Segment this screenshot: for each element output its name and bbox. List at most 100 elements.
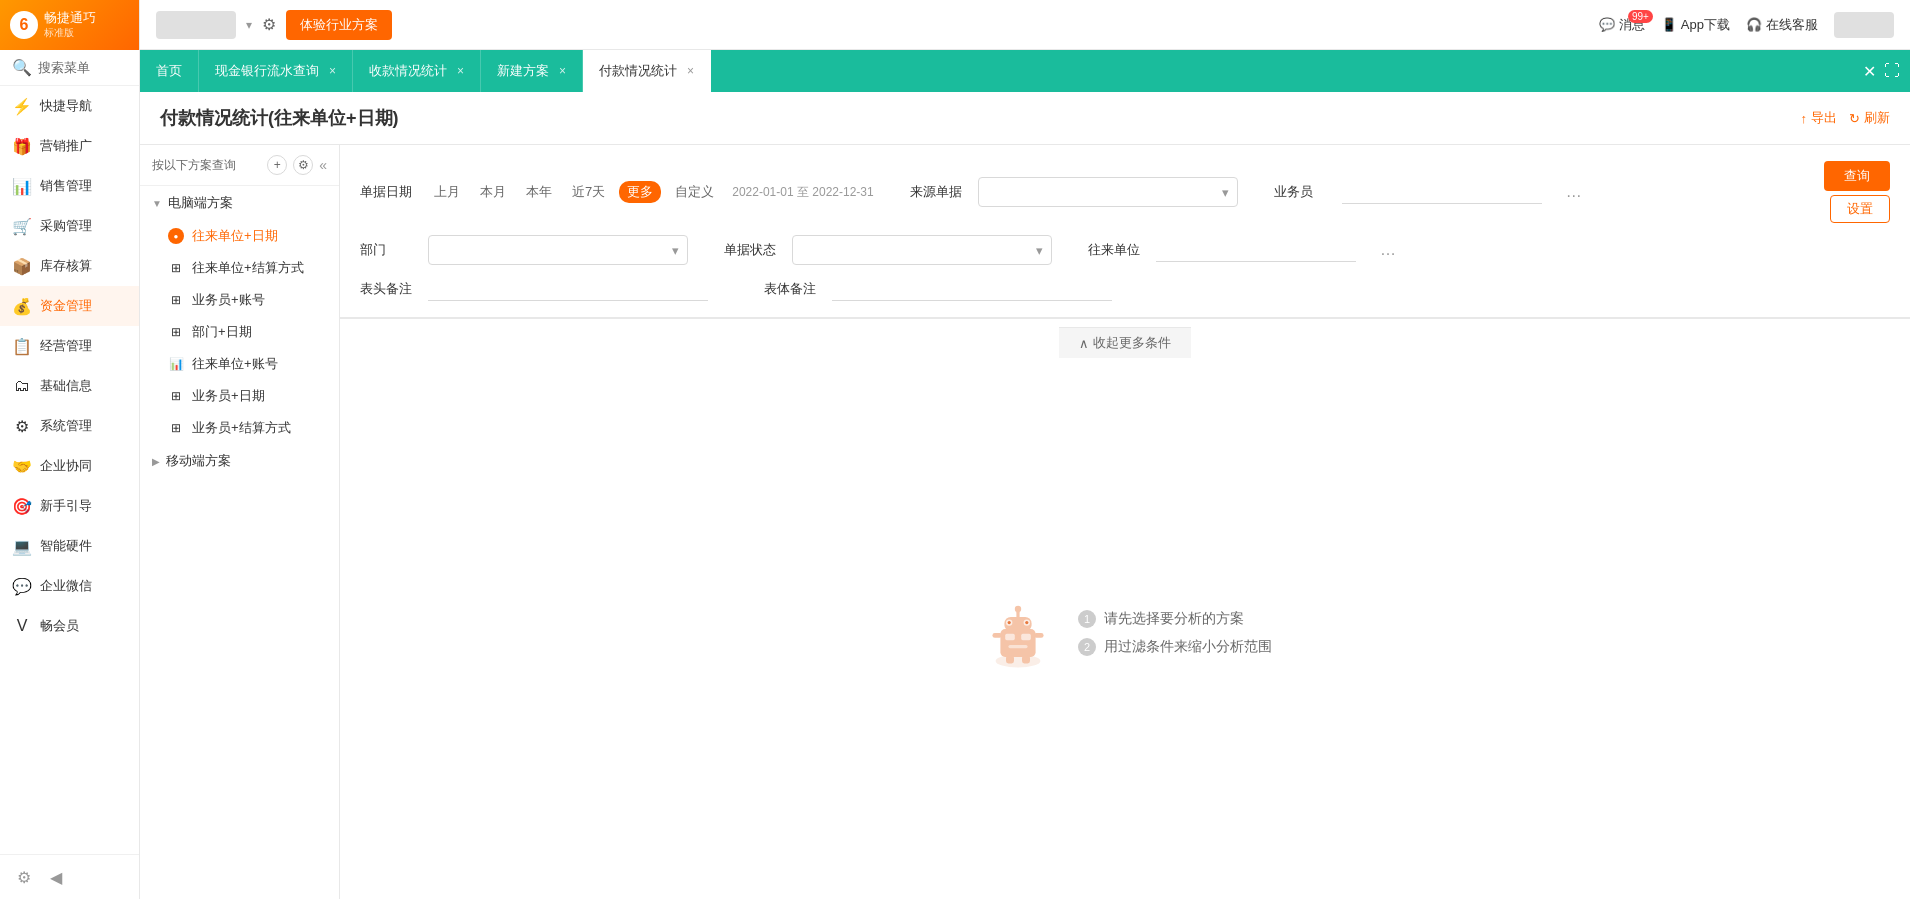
filter-row-1: 单据日期 上月 本月 本年 近7天 更多 自定义 2022-01-01 至 20… — [360, 161, 1890, 223]
tab-home[interactable]: 首页 — [140, 50, 199, 92]
related-unit-input[interactable] — [1156, 238, 1356, 262]
export-label: 导出 — [1811, 109, 1837, 127]
scheme-settings-button[interactable]: ⚙ — [293, 155, 313, 175]
tab-new-scheme[interactable]: 新建方案 × — [481, 50, 583, 92]
date-opt-last-month[interactable]: 上月 — [428, 181, 466, 203]
scheme-item-staff-settlement[interactable]: ⊞ 业务员+结算方式 — [140, 412, 339, 444]
date-opt-this-year[interactable]: 本年 — [520, 181, 558, 203]
svg-rect-2 — [1005, 633, 1015, 639]
source-bill-select[interactable]: ▾ — [978, 177, 1238, 207]
sidebar-item-basic-info[interactable]: 🗂 基础信息 — [0, 366, 139, 406]
tab-receivable[interactable]: 收款情况统计 × — [353, 50, 481, 92]
sidebar-item-quick-nav[interactable]: ⚡ 快捷导航 — [0, 86, 139, 126]
topbar-gear-icon[interactable]: ⚙ — [262, 15, 276, 34]
dept-chevron-icon: ▾ — [672, 243, 679, 258]
salesperson-input[interactable] — [1342, 180, 1542, 204]
export-icon: ↑ — [1801, 111, 1808, 126]
header-note-input[interactable] — [428, 277, 708, 301]
sidebar-item-smart-hw[interactable]: 💻 智能硬件 — [0, 526, 139, 566]
scheme-group-mobile-header[interactable]: ▶ 移动端方案 — [140, 444, 339, 478]
sidebar-item-finance[interactable]: 💰 资金管理 — [0, 286, 139, 326]
date-opt-this-month[interactable]: 本月 — [474, 181, 512, 203]
body-note-label: 表体备注 — [764, 280, 816, 298]
notification-button[interactable]: 💬 消息 99+ — [1599, 16, 1645, 34]
salesperson-more-icon[interactable]: … — [1566, 183, 1582, 201]
empty-content: 1 请先选择要分析的方案 2 用过滤条件来缩小分析范围 — [978, 593, 1272, 673]
sidebar-search[interactable]: 🔍 搜索菜单 — [0, 50, 139, 86]
tab-receivable-close[interactable]: × — [457, 64, 464, 78]
scheme-item-label: 往来单位+日期 — [192, 227, 278, 245]
date-opt-7-days[interactable]: 近7天 — [566, 181, 611, 203]
tab-payable[interactable]: 付款情况统计 × — [583, 50, 711, 92]
tab-expand-icon[interactable]: ⛶ — [1884, 62, 1900, 80]
scheme-active-icon: ● — [168, 228, 184, 244]
dept-select[interactable]: ▾ — [428, 235, 688, 265]
scheme-item-unit-date[interactable]: ● 往来单位+日期 — [140, 220, 339, 252]
bill-status-chevron-icon: ▾ — [1036, 243, 1043, 258]
scheme-item-staff-account[interactable]: ⊞ 业务员+账号 — [140, 284, 339, 316]
refresh-button[interactable]: ↻ 刷新 — [1849, 109, 1890, 127]
date-opt-more[interactable]: 更多 — [619, 181, 661, 203]
topbar-chevron-icon[interactable]: ▾ — [246, 18, 252, 32]
sidebar-item-wechat[interactable]: 💬 企业微信 — [0, 566, 139, 606]
tab-home-label: 首页 — [156, 62, 182, 80]
date-opt-custom[interactable]: 自定义 — [669, 181, 720, 203]
guide-icon: 🎯 — [12, 496, 32, 516]
filter-actions-col: 查询 设置 — [1824, 161, 1890, 223]
online-service-button[interactable]: 🎧 在线客服 — [1746, 16, 1818, 34]
footer-collapse-icon[interactable]: ◀ — [44, 865, 68, 889]
scheme-grid-icon: ⊞ — [168, 420, 184, 436]
body-note-input[interactable] — [832, 277, 1112, 301]
scheme-item-staff-date[interactable]: ⊞ 业务员+日期 — [140, 380, 339, 412]
query-button[interactable]: 查询 — [1824, 161, 1890, 191]
scheme-item-unit-account[interactable]: 📊 往来单位+账号 — [140, 348, 339, 380]
sidebar-item-enterprise[interactable]: 🤝 企业协同 — [0, 446, 139, 486]
scheme-item-dept-date[interactable]: ⊞ 部门+日期 — [140, 316, 339, 348]
empty-tips: 1 请先选择要分析的方案 2 用过滤条件来缩小分析范围 — [1078, 610, 1272, 656]
tip-text-1: 请先选择要分析的方案 — [1104, 610, 1244, 628]
tab-bank-flow-close[interactable]: × — [329, 64, 336, 78]
tab-payable-close[interactable]: × — [687, 64, 694, 78]
related-unit-more-icon[interactable]: … — [1380, 241, 1396, 259]
scheme-collapse-button[interactable]: « — [319, 157, 327, 173]
refresh-icon: ↻ — [1849, 111, 1860, 126]
bill-date-label: 单据日期 — [360, 183, 412, 201]
scheme-grid-icon: ⊞ — [168, 292, 184, 308]
tab-new-scheme-close[interactable]: × — [559, 64, 566, 78]
scheme-group-desktop-header[interactable]: ▼ 电脑端方案 — [140, 186, 339, 220]
user-avatar[interactable] — [1834, 12, 1894, 38]
scheme-item-unit-settlement[interactable]: ⊞ 往来单位+结算方式 — [140, 252, 339, 284]
sidebar-item-operations[interactable]: 📋 经营管理 — [0, 326, 139, 366]
source-bill-label: 来源单据 — [910, 183, 962, 201]
app-download-button[interactable]: 📱 App下载 — [1661, 16, 1730, 34]
trial-industry-button[interactable]: 体验行业方案 — [286, 10, 392, 40]
export-button[interactable]: ↑ 导出 — [1801, 109, 1838, 127]
empty-area: 1 请先选择要分析的方案 2 用过滤条件来缩小分析范围 — [340, 366, 1910, 899]
company-avatar — [156, 11, 236, 39]
scheme-header-title: 按以下方案查询 — [152, 157, 236, 174]
sidebar-item-guide[interactable]: 🎯 新手引导 — [0, 486, 139, 526]
tab-bank-flow[interactable]: 现金银行流水查询 × — [199, 50, 353, 92]
bill-status-select[interactable]: ▾ — [792, 235, 1052, 265]
svg-rect-12 — [992, 633, 1002, 638]
footer-settings-icon[interactable]: ⚙ — [12, 865, 36, 889]
sidebar-item-member[interactable]: V 畅会员 — [0, 606, 139, 646]
notification-icon: 💬 — [1599, 17, 1615, 32]
tab-receivable-label: 收款情况统计 — [369, 62, 447, 80]
sidebar-item-label: 经营管理 — [40, 337, 92, 355]
scheme-item-label: 往来单位+结算方式 — [192, 259, 304, 277]
setting-button[interactable]: 设置 — [1830, 195, 1890, 223]
scheme-add-button[interactable]: + — [267, 155, 287, 175]
scheme-settings-icon: ⚙ — [298, 158, 309, 172]
sidebar-badge: 标准版 — [44, 26, 96, 40]
member-icon: V — [12, 616, 32, 636]
collapse-conditions-button[interactable]: ∧ 收起更多条件 — [1059, 327, 1191, 358]
sidebar-item-marketing[interactable]: 🎁 营销推广 — [0, 126, 139, 166]
sidebar-item-purchase[interactable]: 🛒 采购管理 — [0, 206, 139, 246]
sidebar-item-system[interactable]: ⚙ 系统管理 — [0, 406, 139, 446]
page-title: 付款情况统计(往来单位+日期) — [160, 106, 399, 130]
sidebar-item-inventory[interactable]: 📦 库存核算 — [0, 246, 139, 286]
sidebar-item-sales[interactable]: 📊 销售管理 — [0, 166, 139, 206]
sidebar-nav: ⚡ 快捷导航 🎁 营销推广 📊 销售管理 🛒 采购管理 📦 库存核算 💰 资金管… — [0, 86, 139, 854]
tab-close-all-icon[interactable]: ✕ — [1863, 62, 1876, 81]
